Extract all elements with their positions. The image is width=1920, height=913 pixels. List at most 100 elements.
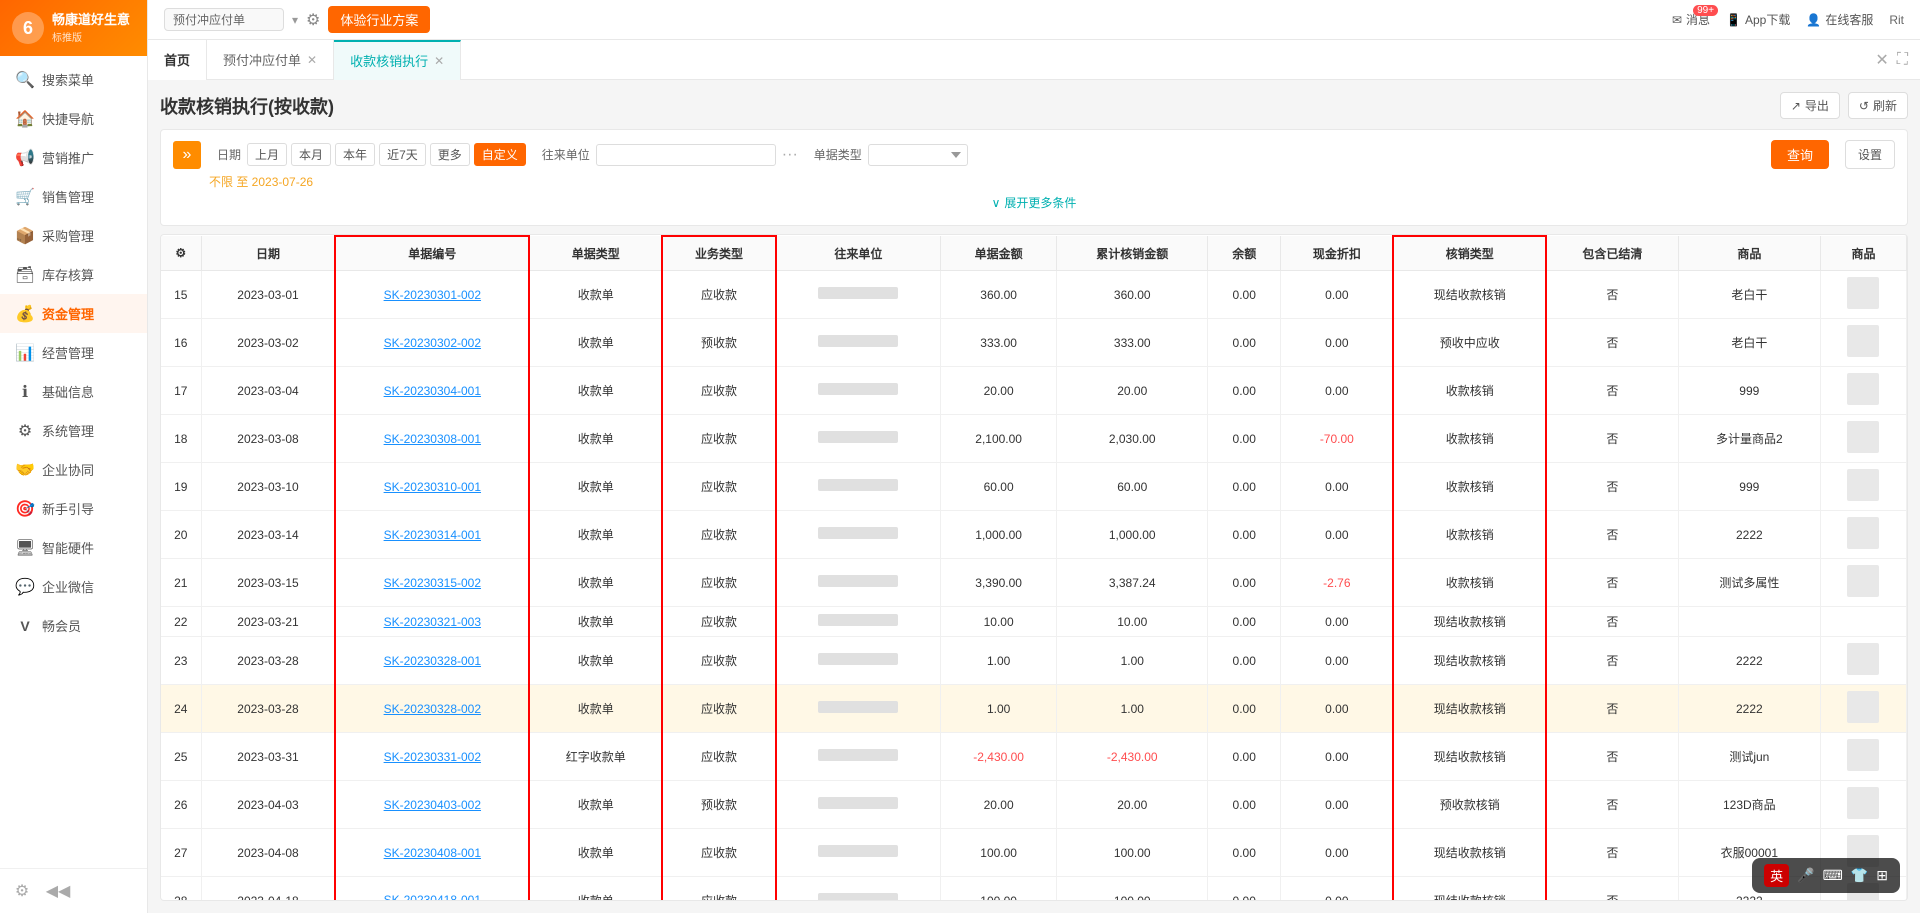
col-header-settings[interactable]: ⚙ xyxy=(161,236,201,271)
cell-date: 2023-03-21 xyxy=(201,607,335,637)
cell-bill-no[interactable]: SK-20230328-001 xyxy=(335,637,529,685)
tab-close-all-button[interactable]: ✕ xyxy=(1875,50,1888,70)
sidebar-collapse-button[interactable]: ◀◀ xyxy=(44,877,72,905)
cell-partner xyxy=(776,685,941,733)
cell-bill-no[interactable]: SK-20230308-001 xyxy=(335,415,529,463)
app-download-button[interactable]: 📱 App下载 xyxy=(1726,11,1790,28)
ellipsis-icon[interactable]: ··· xyxy=(782,146,798,164)
cell-goods: 2222 xyxy=(1678,511,1820,559)
cell-biz-type: 应收款 xyxy=(662,733,776,781)
cell-bill-no[interactable]: SK-20230403-002 xyxy=(335,781,529,829)
last-month-button[interactable]: 上月 xyxy=(247,143,287,166)
page-content: 收款核销执行(按收款) ↗ 导出 ↺ 刷新 » 日期 上月 xyxy=(148,80,1920,913)
sidebar-item-guide[interactable]: 🎯 新手引导 xyxy=(0,489,147,528)
table-body: 152023-03-01SK-20230301-002收款单应收款360.003… xyxy=(161,271,1907,902)
cell-bill-no[interactable]: SK-20230408-001 xyxy=(335,829,529,877)
sidebar-item-purchase[interactable]: 📦 采购管理 xyxy=(0,216,147,255)
cell-bill-no[interactable]: SK-20230418-001 xyxy=(335,877,529,902)
message-button[interactable]: ✉ 消息 99+ xyxy=(1672,11,1710,28)
cell-bill-no[interactable]: SK-20230310-001 xyxy=(335,463,529,511)
col-header-date: 日期 xyxy=(201,236,335,271)
system-icon: ⚙ xyxy=(16,422,34,440)
partner-input[interactable] xyxy=(596,144,776,166)
sidebar-item-wechat[interactable]: 💬 企业微信 xyxy=(0,567,147,606)
receipt-tab-close-icon[interactable]: ✕ xyxy=(434,54,444,68)
message-icon: ✉ xyxy=(1672,13,1682,27)
sidebar-label-purchase: 采购管理 xyxy=(42,226,94,245)
sidebar-item-operation[interactable]: 📊 经营管理 xyxy=(0,333,147,372)
recent7-button[interactable]: 近7天 xyxy=(379,143,426,166)
cell-amount: 60.00 xyxy=(940,463,1056,511)
sidebar-item-basic[interactable]: ℹ 基础信息 xyxy=(0,372,147,411)
cell-cumulative: 3,387.24 xyxy=(1057,559,1208,607)
sidebar-item-member[interactable]: V 畅会员 xyxy=(0,606,147,645)
cell-verify-type: 预收款核销 xyxy=(1393,781,1546,829)
cell-goods-img xyxy=(1820,319,1906,367)
cell-bill-no[interactable]: SK-20230301-002 xyxy=(335,271,529,319)
sidebar-item-enterprise[interactable]: 🤝 企业协同 xyxy=(0,450,147,489)
query-button[interactable]: 查询 xyxy=(1771,140,1829,169)
cell-bill-no[interactable]: SK-20230328-002 xyxy=(335,685,529,733)
tab-prepay[interactable]: 预付冲应付单 ✕ xyxy=(207,40,334,80)
cell-balance: 0.00 xyxy=(1208,637,1281,685)
sidebar-item-hardware[interactable]: 🖥 智能硬件 xyxy=(0,528,147,567)
tab-home[interactable]: 首页 xyxy=(148,40,207,80)
breadcrumb-select[interactable]: 预付冲应付单 xyxy=(164,8,284,31)
sidebar-nav: 🔍 搜索菜单 🏠 快捷导航 📢 营销推广 🛒 销售管理 📦 采购管理 🗃 库存核… xyxy=(0,56,147,868)
export-button[interactable]: ↗ 导出 xyxy=(1780,92,1840,119)
tab-receipt[interactable]: 收款核销执行 ✕ xyxy=(334,40,461,80)
sidebar-item-inventory[interactable]: 🗃 库存核算 xyxy=(0,255,147,294)
cell-bill-no[interactable]: SK-20230315-002 xyxy=(335,559,529,607)
cell-verify-type: 现结收款核销 xyxy=(1393,637,1546,685)
more-date-button[interactable]: 更多 xyxy=(430,143,470,166)
ime-shirt-icon[interactable]: 👕 xyxy=(1851,867,1868,884)
ime-expand-icon[interactable]: ⊞ xyxy=(1876,867,1888,884)
user-info[interactable]: Rit xyxy=(1889,13,1904,27)
this-year-button[interactable]: 本年 xyxy=(335,143,375,166)
cell-partner xyxy=(776,781,941,829)
cell-bill-no[interactable]: SK-20230304-001 xyxy=(335,367,529,415)
dropdown-arrow-icon: ▾ xyxy=(292,13,298,27)
sidebar-settings-button[interactable]: ⚙ xyxy=(8,877,36,905)
table-settings-icon[interactable]: ⚙ xyxy=(175,246,186,260)
sidebar-item-sales[interactable]: 🛒 销售管理 xyxy=(0,177,147,216)
cell-bill-no[interactable]: SK-20230314-001 xyxy=(335,511,529,559)
online-service-button[interactable]: 👤 在线客服 xyxy=(1806,11,1873,28)
refresh-button[interactable]: ↺ 刷新 xyxy=(1848,92,1908,119)
header-gear-icon[interactable]: ⚙ xyxy=(306,10,320,30)
cell-include-settled: 否 xyxy=(1546,463,1678,511)
industry-solution-button[interactable]: 体验行业方案 xyxy=(328,6,430,33)
cell-bill-no[interactable]: SK-20230331-002 xyxy=(335,733,529,781)
filter-partner-item: 往来单位 ··· xyxy=(542,144,798,166)
filter-toggle-button[interactable]: » xyxy=(173,141,201,169)
ime-mic-icon[interactable]: 🎤 xyxy=(1797,867,1814,884)
sidebar-item-finance[interactable]: 💰 资金管理 xyxy=(0,294,147,333)
prepay-tab-close-icon[interactable]: ✕ xyxy=(307,53,317,67)
cell-date: 2023-04-18 xyxy=(201,877,335,902)
cell-bill-no[interactable]: SK-20230302-002 xyxy=(335,319,529,367)
bill-type-filter-label: 单据类型 xyxy=(814,146,862,163)
cell-no: 19 xyxy=(161,463,201,511)
cell-verify-type: 现结收款核销 xyxy=(1393,607,1546,637)
ime-keyboard-icon[interactable]: ⌨ xyxy=(1823,867,1843,884)
settings-button[interactable]: 设置 xyxy=(1845,140,1895,169)
cell-bill-no[interactable]: SK-20230321-003 xyxy=(335,607,529,637)
sidebar-item-quicknav[interactable]: 🏠 快捷导航 xyxy=(0,99,147,138)
cell-biz-type: 应收款 xyxy=(662,685,776,733)
bill-type-select[interactable] xyxy=(868,144,968,166)
sidebar-label-member: 畅会员 xyxy=(42,616,81,635)
tab-expand-button[interactable]: ⛶ xyxy=(1897,51,1908,69)
expand-filter-button[interactable]: ∨ 展开更多条件 xyxy=(173,190,1895,215)
cell-partner xyxy=(776,877,941,902)
sidebar-item-search[interactable]: 🔍 搜索菜单 xyxy=(0,60,147,99)
sidebar-item-marketing[interactable]: 📢 营销推广 xyxy=(0,138,147,177)
sidebar-item-system[interactable]: ⚙ 系统管理 xyxy=(0,411,147,450)
marketing-icon: 📢 xyxy=(16,149,34,167)
sidebar-label-marketing: 营销推广 xyxy=(42,148,94,167)
cell-verify-type: 收款核销 xyxy=(1393,559,1546,607)
custom-date-button[interactable]: 自定义 xyxy=(474,143,526,166)
data-table: ⚙ 日期 单据编号 单据类型 业务类型 往来单位 单据金额 累计核销金额 余额 … xyxy=(161,235,1907,901)
this-month-button[interactable]: 本月 xyxy=(291,143,331,166)
cell-cash-discount: 0.00 xyxy=(1281,829,1394,877)
col-header-goods-img: 商品 xyxy=(1820,236,1906,271)
